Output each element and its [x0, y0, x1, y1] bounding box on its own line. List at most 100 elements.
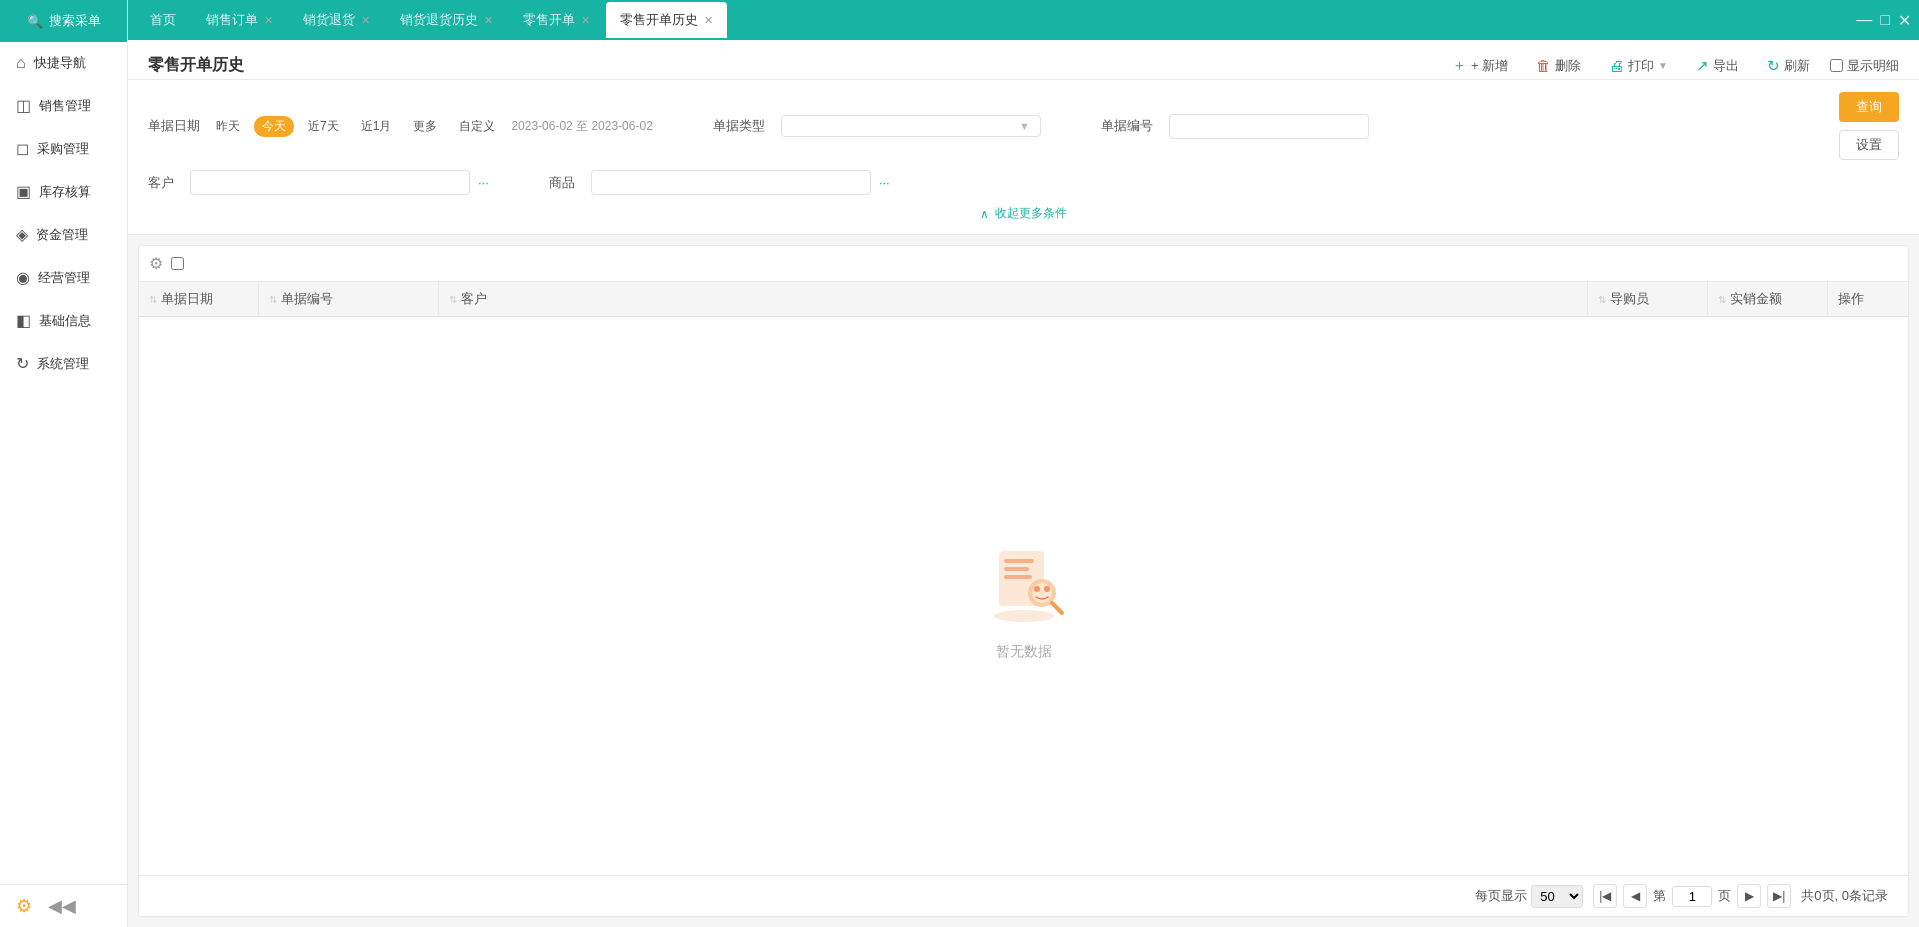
tab-sales-return-close[interactable]: ✕	[361, 14, 370, 27]
finance-icon: ◈	[16, 225, 28, 244]
th-amount-label: 实销金额	[1730, 290, 1782, 308]
shortcut-custom[interactable]: 自定义	[451, 116, 503, 137]
sidebar-label-inventory: 库存核算	[39, 183, 91, 201]
sort-amount-icon: ⇅	[1718, 294, 1726, 305]
add-label: + 新增	[1471, 57, 1508, 75]
prev-page-button[interactable]: ◀	[1623, 884, 1647, 908]
delete-button[interactable]: 🗑 删除	[1528, 53, 1589, 79]
export-label: 导出	[1713, 57, 1739, 75]
tab-retail-open-history[interactable]: 零售开单历史 ✕	[606, 2, 727, 38]
sidebar-label-system: 系统管理	[37, 355, 89, 373]
tab-sales-return-label: 销货退货	[303, 11, 355, 29]
sidebar-search-label: 搜索采单	[49, 12, 101, 30]
sidebar-item-basic-info[interactable]: ◧ 基础信息	[0, 299, 127, 342]
svg-rect-4	[1004, 575, 1032, 579]
tab-retail-open-close[interactable]: ✕	[581, 14, 590, 27]
tab-sales-return[interactable]: 销货退货 ✕	[289, 2, 384, 38]
window-close-icon[interactable]: ✕	[1898, 11, 1911, 30]
refresh-label: 刷新	[1784, 57, 1810, 75]
select-all-checkbox[interactable]	[171, 257, 184, 270]
empty-illustration	[974, 531, 1074, 631]
table-head: ⇅ 单据日期 ⇅ 单据编号 ⇅ 客户 ⇅ 导购员 ⇅ 实销金额 操作	[139, 282, 1908, 317]
settings-icon[interactable]: ⚙	[16, 895, 32, 917]
svg-line-7	[1052, 603, 1062, 613]
quick-nav-icon: ⌂	[16, 54, 26, 72]
per-page-dropdown[interactable]: 50 100 200	[1531, 885, 1583, 908]
collapse-bar[interactable]: ∧ 收起更多条件	[148, 205, 1899, 222]
tab-retail-open-history-close[interactable]: ✕	[704, 14, 713, 27]
page-size-select: 每页显示 50 100 200	[1475, 885, 1583, 908]
table-settings-icon[interactable]: ⚙	[149, 254, 163, 273]
sidebar-item-business[interactable]: ◉ 经营管理	[0, 256, 127, 299]
th-customer[interactable]: ⇅ 客户	[439, 282, 1588, 316]
tab-sales-return-history-close[interactable]: ✕	[484, 14, 493, 27]
sidebar-label-quick-nav: 快捷导航	[34, 54, 86, 72]
first-page-button[interactable]: |◀	[1593, 884, 1617, 908]
show-detail-checkbox[interactable]: 显示明细	[1830, 57, 1899, 75]
main-content: 首页 销售订单 ✕ 销货退货 ✕ 销货退货历史 ✕ 零售开单 ✕ 零售开单历史 …	[128, 0, 1919, 927]
sidebar-item-sales-mgmt[interactable]: ◫ 销售管理	[0, 84, 127, 127]
tab-home[interactable]: 首页	[136, 5, 190, 35]
shortcut-yesterday[interactable]: 昨天	[208, 116, 248, 137]
shortcut-7days[interactable]: 近7天	[300, 116, 347, 137]
add-button[interactable]: ＋ + 新增	[1444, 52, 1516, 79]
export-icon: ↗	[1696, 57, 1709, 75]
last-page-button[interactable]: ▶|	[1767, 884, 1791, 908]
sidebar-search[interactable]: 🔍 搜索采单	[0, 0, 127, 42]
setting-button[interactable]: 设置	[1839, 130, 1899, 160]
tab-sales-order[interactable]: 销售订单 ✕	[192, 2, 287, 38]
tab-bar-controls: — □ ✕	[1856, 11, 1911, 30]
goods-input[interactable]	[591, 170, 871, 195]
number-input[interactable]	[1169, 114, 1369, 139]
customer-more-btn[interactable]: ···	[478, 175, 489, 190]
tab-sales-return-history[interactable]: 销货退货历史 ✕	[386, 2, 507, 38]
page-input[interactable]	[1672, 886, 1712, 907]
empty-state: 暂无数据	[974, 531, 1074, 661]
refresh-button[interactable]: ↻ 刷新	[1759, 53, 1818, 79]
refresh-icon: ↻	[1767, 57, 1780, 75]
print-button[interactable]: 🖨 打印 ▼	[1601, 53, 1676, 79]
sidebar-item-system[interactable]: ↻ 系统管理	[0, 342, 127, 385]
sidebar-item-inventory[interactable]: ▣ 库存核算	[0, 170, 127, 213]
th-amount[interactable]: ⇅ 实销金额	[1708, 282, 1828, 316]
export-button[interactable]: ↗ 导出	[1688, 53, 1747, 79]
business-icon: ◉	[16, 268, 30, 287]
type-field: 单据类型 ▼	[713, 115, 1041, 137]
page-label: 第	[1653, 887, 1666, 905]
date-range: 2023-06-02 至 2023-06-02	[511, 118, 652, 135]
window-maximize-icon[interactable]: □	[1880, 11, 1890, 29]
goods-more-btn[interactable]: ···	[879, 175, 890, 190]
th-guide[interactable]: ⇅ 导购员	[1588, 282, 1708, 316]
show-detail-input[interactable]	[1830, 59, 1843, 72]
tab-retail-open-history-label: 零售开单历史	[620, 11, 698, 29]
svg-point-0	[994, 610, 1054, 622]
tab-retail-open[interactable]: 零售开单 ✕	[509, 2, 604, 38]
query-button[interactable]: 查询	[1839, 92, 1899, 122]
page-suffix: 页	[1718, 887, 1731, 905]
th-guide-label: 导购员	[1610, 290, 1649, 308]
sidebar-menu: ⌂ 快捷导航 ◫ 销售管理 ◻ 采购管理 ▣ 库存核算 ◈ 资金管理 ◉ 经营管…	[0, 42, 127, 884]
sidebar-item-purchase-mgmt[interactable]: ◻ 采购管理	[0, 127, 127, 170]
shortcut-more[interactable]: 更多	[405, 116, 445, 137]
tab-sales-return-history-label: 销货退货历史	[400, 11, 478, 29]
window-minimize-icon[interactable]: —	[1856, 11, 1872, 29]
tab-bar: 首页 销售订单 ✕ 销货退货 ✕ 销货退货历史 ✕ 零售开单 ✕ 零售开单历史 …	[128, 0, 1919, 40]
shortcut-1month[interactable]: 近1月	[353, 116, 400, 137]
sidebar-item-quick-nav[interactable]: ⌂ 快捷导航	[0, 42, 127, 84]
th-action: 操作	[1828, 282, 1908, 316]
basic-info-icon: ◧	[16, 311, 31, 330]
date-field: 单据日期 昨天 今天 近7天 近1月 更多 自定义 2023-06-02 至 2…	[148, 116, 653, 137]
sidebar-label-business: 经营管理	[38, 269, 90, 287]
th-date[interactable]: ⇅ 单据日期	[139, 282, 259, 316]
next-page-button[interactable]: ▶	[1737, 884, 1761, 908]
date-shortcuts: 昨天 今天 近7天 近1月 更多 自定义	[208, 116, 503, 137]
shortcut-today[interactable]: 今天	[254, 116, 294, 137]
svg-rect-2	[1004, 559, 1034, 563]
collapse-icon[interactable]: ◀◀	[48, 895, 76, 917]
sidebar-item-finance[interactable]: ◈ 资金管理	[0, 213, 127, 256]
tab-sales-order-close[interactable]: ✕	[264, 14, 273, 27]
type-select[interactable]: ▼	[781, 115, 1041, 137]
print-label: 打印	[1628, 57, 1654, 75]
th-number[interactable]: ⇅ 单据编号	[259, 282, 439, 316]
customer-input[interactable]	[190, 170, 470, 195]
